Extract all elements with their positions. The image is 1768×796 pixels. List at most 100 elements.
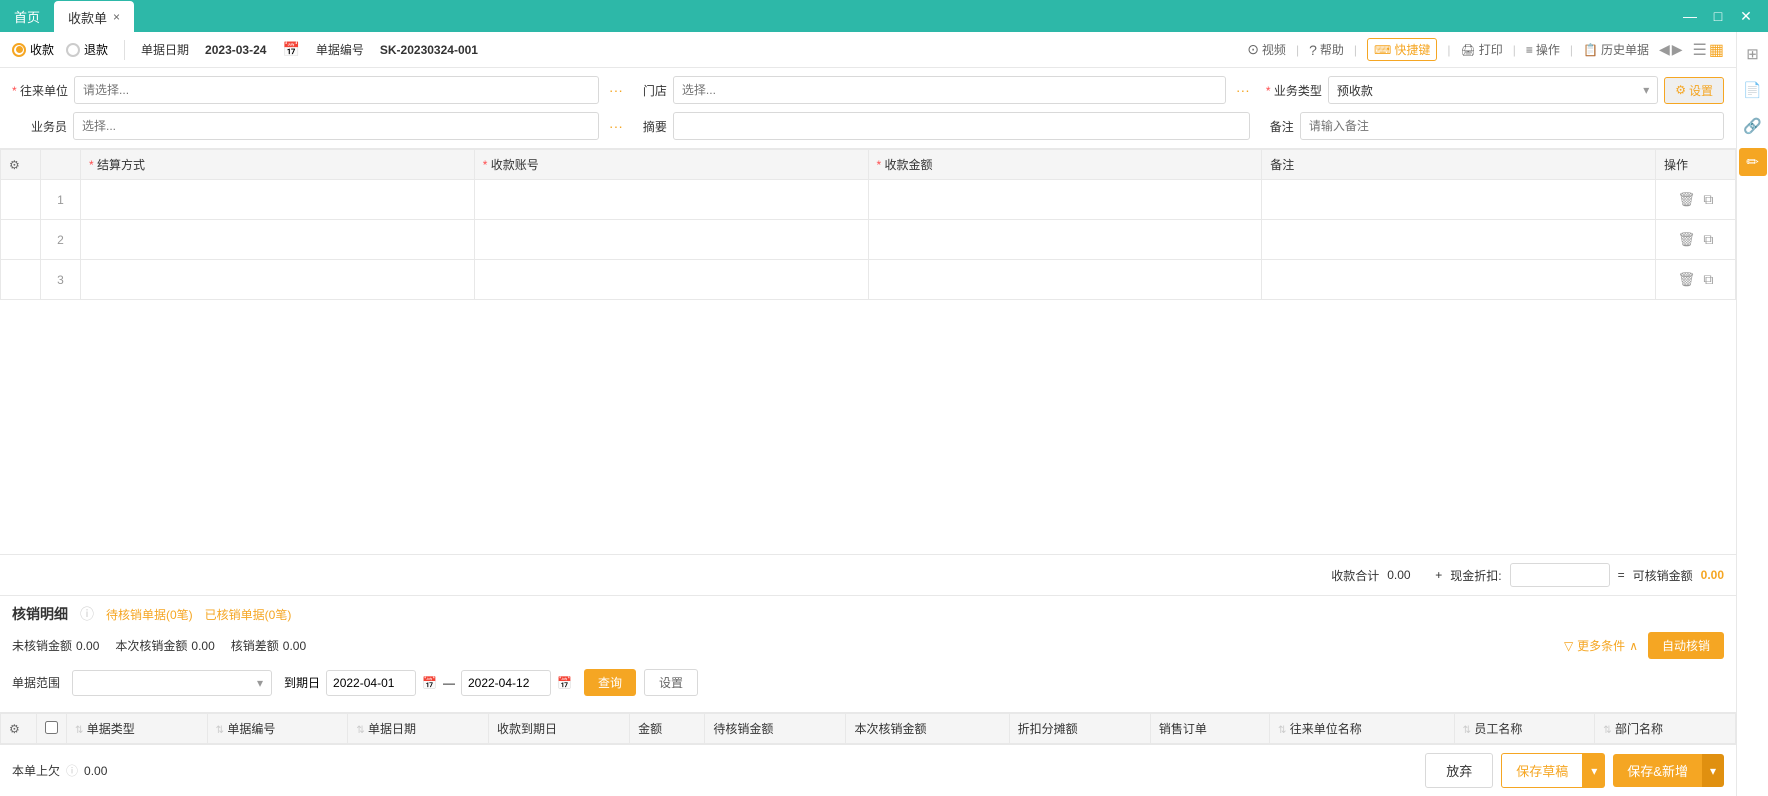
radio-refund[interactable]: 退款 bbox=[66, 41, 108, 58]
plus-sign: + bbox=[1435, 568, 1442, 582]
video-btn[interactable]: ⊙ 视频 bbox=[1247, 41, 1286, 58]
close-button[interactable]: ✕ bbox=[1736, 8, 1756, 25]
shortcut-btn[interactable]: ⌨ 快捷键 bbox=[1367, 38, 1437, 61]
minimize-button[interactable]: — bbox=[1680, 8, 1700, 24]
equals-sign: = bbox=[1618, 568, 1625, 582]
current-verify-value: 0.00 bbox=[191, 639, 214, 653]
counterpart-more-icon[interactable]: ··· bbox=[609, 82, 623, 98]
footer-info-icon[interactable]: ⓘ bbox=[66, 762, 78, 779]
tab-close-icon[interactable]: × bbox=[113, 10, 120, 24]
sidebar-table-icon[interactable]: ⊞ bbox=[1739, 40, 1767, 68]
row1-settle-input[interactable] bbox=[81, 180, 474, 219]
verification-title: 核销明细 bbox=[12, 604, 68, 624]
radio-receipt[interactable]: 收款 bbox=[12, 41, 54, 58]
nav-next-icon[interactable]: ▶ bbox=[1672, 41, 1683, 58]
table-account-th: * 收款账号 bbox=[474, 150, 868, 180]
row1-delete-icon[interactable]: 🗑 bbox=[1678, 191, 1696, 208]
row1-remark-input[interactable] bbox=[1262, 180, 1655, 219]
summary-input[interactable] bbox=[673, 112, 1250, 140]
pending-tab[interactable]: 待核销单据(0笔) bbox=[106, 606, 193, 623]
filter-icon: ▽ bbox=[1564, 639, 1573, 653]
tab-home[interactable]: 首页 bbox=[0, 0, 54, 32]
grid-view-icon[interactable]: ▦ bbox=[1709, 40, 1724, 60]
settings-button[interactable]: ⚙ 设置 bbox=[1664, 77, 1724, 104]
help-btn[interactable]: ? 帮助 bbox=[1309, 41, 1344, 58]
row3-delete-icon[interactable]: 🗑 bbox=[1678, 271, 1696, 288]
print-btn[interactable]: 🖨 打印 bbox=[1460, 41, 1502, 58]
date-calendar-to-icon[interactable]: 📅 bbox=[557, 676, 572, 690]
row3-settle-input[interactable] bbox=[81, 260, 474, 299]
row3-amount-input[interactable] bbox=[869, 260, 1262, 299]
sidebar-edit-icon[interactable]: ✏ bbox=[1739, 148, 1767, 176]
store-more-icon[interactable]: ··· bbox=[1236, 82, 1250, 98]
bt-docdate-th: ⇅ 单据日期 bbox=[348, 714, 489, 744]
save-draft-arrow-button[interactable]: ▾ bbox=[1583, 753, 1605, 788]
row2-settle-input[interactable] bbox=[81, 220, 474, 259]
bt-settings-th: ⚙ bbox=[1, 714, 37, 744]
footer: 本单上欠 ⓘ 0.00 放弃 保存草稿 ▾ 保存&新增 ▾ bbox=[0, 744, 1736, 796]
abandon-button[interactable]: 放弃 bbox=[1425, 753, 1493, 788]
table-gear-icon[interactable]: ⚙ bbox=[9, 158, 20, 172]
save-new-button[interactable]: 保存&新增 bbox=[1613, 754, 1702, 787]
save-new-arrow-button[interactable]: ▾ bbox=[1702, 754, 1724, 787]
bt-docno-th: ⇅ 单据编号 bbox=[207, 714, 348, 744]
view-toggle: ☰ ▦ bbox=[1693, 40, 1724, 60]
right-sidebar: ⊞ 📄 🔗 ✏ bbox=[1736, 32, 1768, 796]
store-input[interactable] bbox=[673, 76, 1226, 104]
bt-current-th: 本次核销金额 bbox=[846, 714, 1009, 744]
filter-row: 单据范围 ▾ 到期日 📅 — 📅 查询 设置 bbox=[12, 669, 1724, 696]
discount-input[interactable] bbox=[1510, 563, 1610, 587]
store-label: 门店 bbox=[639, 82, 667, 99]
row3-account-input[interactable] bbox=[475, 260, 868, 299]
bt-doctype-th: ⇅ 单据类型 bbox=[67, 714, 208, 744]
row3-copy-icon[interactable]: ⧉ bbox=[1703, 271, 1713, 288]
select-all-checkbox[interactable] bbox=[45, 721, 58, 734]
to-date-input[interactable] bbox=[461, 670, 551, 696]
done-tab[interactable]: 已核销单据(0笔) bbox=[205, 606, 292, 623]
form-row-1: 往来单位 ··· 门店 ··· 业务类型 预收款 ▾ bbox=[12, 76, 1724, 104]
row1-amount-input[interactable] bbox=[869, 180, 1262, 219]
verification-info-icon[interactable]: ⓘ bbox=[80, 604, 94, 624]
store-field: 门店 ··· bbox=[639, 76, 1250, 104]
list-view-icon[interactable]: ☰ bbox=[1693, 40, 1707, 60]
tab-receipt[interactable]: 收款单 × bbox=[54, 1, 134, 33]
date-calendar-from-icon[interactable]: 📅 bbox=[422, 676, 437, 690]
more-conditions-btn[interactable]: ▽ 更多条件 ∧ bbox=[1564, 637, 1638, 654]
nav-prev-icon[interactable]: ◀ bbox=[1659, 41, 1670, 58]
date-calendar-icon[interactable]: 📅 bbox=[282, 41, 299, 58]
bt-gear-icon[interactable]: ⚙ bbox=[9, 722, 20, 736]
auto-verify-btn[interactable]: 自动核销 bbox=[1648, 632, 1724, 659]
settings-filter-btn[interactable]: 设置 bbox=[644, 669, 698, 696]
sidebar-link-icon[interactable]: 🔗 bbox=[1739, 112, 1767, 140]
row1-account-input[interactable] bbox=[475, 180, 868, 219]
summary-label: 摘要 bbox=[639, 118, 667, 135]
range-chevron-icon: ▾ bbox=[257, 676, 263, 690]
row2-delete-icon[interactable]: 🗑 bbox=[1678, 231, 1696, 248]
operation-icon: ≡ bbox=[1526, 43, 1533, 57]
doc-no-label: 单据编号 bbox=[316, 41, 364, 58]
salesperson-more-icon[interactable]: ··· bbox=[609, 118, 623, 134]
query-button[interactable]: 查询 bbox=[584, 669, 636, 696]
remarks-field: 备注 bbox=[1266, 112, 1724, 140]
tab-bar: 首页 收款单 × — □ ✕ bbox=[0, 0, 1768, 32]
row1-copy-icon[interactable]: ⧉ bbox=[1703, 191, 1713, 208]
counterpart-input[interactable] bbox=[74, 76, 599, 104]
chevron-down-icon: ▾ bbox=[1643, 83, 1649, 97]
save-draft-button[interactable]: 保存草稿 bbox=[1501, 753, 1583, 788]
print-icon: 🖨 bbox=[1460, 43, 1475, 57]
salesperson-input[interactable] bbox=[73, 112, 599, 140]
range-select[interactable]: ▾ bbox=[72, 670, 272, 696]
from-date-input[interactable] bbox=[326, 670, 416, 696]
maximize-button[interactable]: □ bbox=[1708, 8, 1728, 24]
business-type-select[interactable]: 预收款 ▾ bbox=[1328, 76, 1658, 104]
row2-amount-input[interactable] bbox=[869, 220, 1262, 259]
remarks-input[interactable] bbox=[1300, 112, 1724, 140]
row2-copy-icon[interactable]: ⧉ bbox=[1703, 231, 1713, 248]
history-btn[interactable]: 📋 历史单据 bbox=[1583, 41, 1649, 58]
row3-remark-input[interactable] bbox=[1262, 260, 1655, 299]
sidebar-doc-icon[interactable]: 📄 bbox=[1739, 76, 1767, 104]
row2-account-input[interactable] bbox=[475, 220, 868, 259]
remarks-label: 备注 bbox=[1266, 118, 1294, 135]
operation-btn[interactable]: ≡ 操作 bbox=[1526, 41, 1560, 58]
row2-remark-input[interactable] bbox=[1262, 220, 1655, 259]
